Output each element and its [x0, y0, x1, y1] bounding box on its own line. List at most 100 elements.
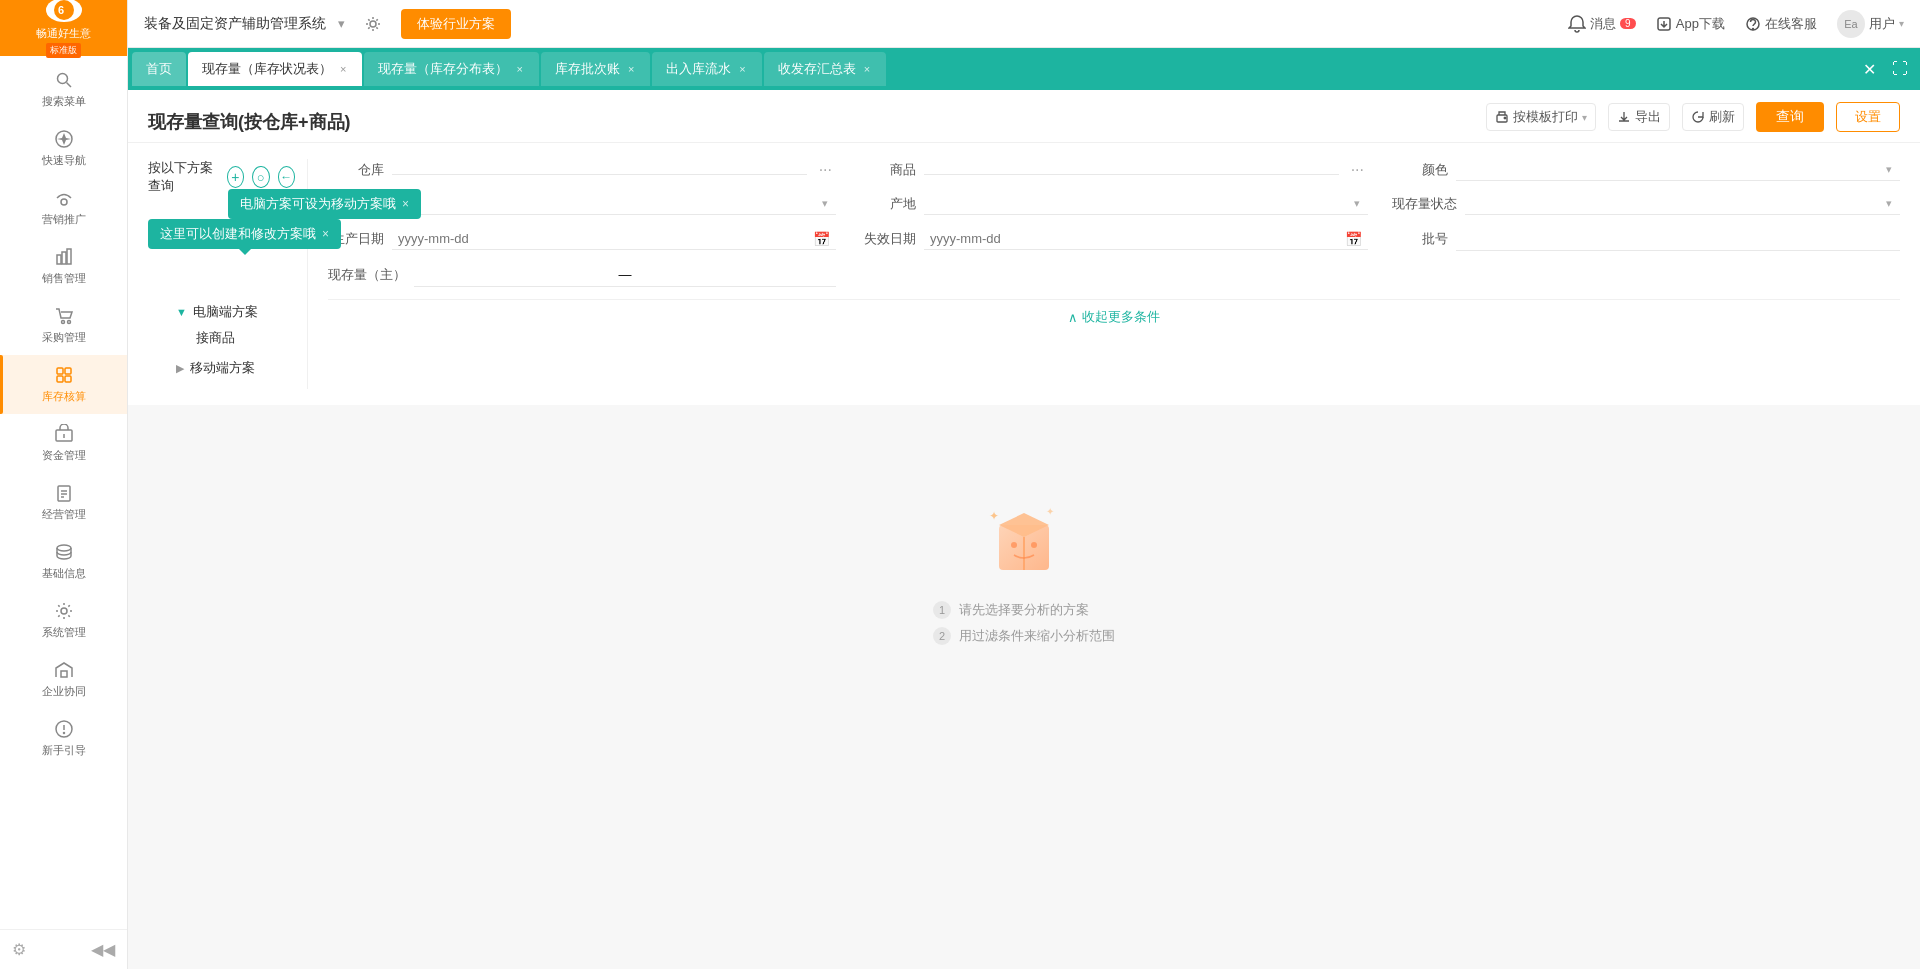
scheme-mobile-label: 移动端方案	[190, 359, 255, 377]
tab-stock-batch-close[interactable]: ×	[626, 61, 636, 77]
scheme-tree: ▼ 电脑端方案 接商品 ▶ 移动端方案	[148, 295, 295, 389]
online-support-label: 在线客服	[1765, 15, 1817, 33]
goods-dots[interactable]: ···	[1347, 161, 1368, 179]
expiry-date-input[interactable]: 📅	[924, 229, 1368, 250]
svg-rect-8	[62, 252, 66, 264]
tip-text-2: 用过滤条件来缩小分析范围	[959, 627, 1115, 645]
btn-export[interactable]: 导出	[1608, 103, 1670, 131]
sidebar-label-system: 系统管理	[42, 625, 86, 640]
sidebar-item-assets[interactable]: 资金管理	[0, 414, 127, 473]
tab-stock-inout-close[interactable]: ×	[737, 61, 747, 77]
tab-home[interactable]: 首页	[132, 52, 186, 86]
top-header: 装备及固定资产辅助管理系统 ▾ 体验行业方案 消息 9	[128, 0, 1920, 48]
svg-line-3	[66, 83, 71, 88]
sidebar-label-base: 基础信息	[42, 566, 86, 581]
sidebar-settings-icon[interactable]: ⚙	[12, 940, 26, 959]
sidebar-item-guide[interactable]: 新手引导	[0, 709, 127, 768]
origin-select[interactable]: ▾	[924, 193, 1368, 215]
filter-goods: 商品 ···	[860, 161, 1368, 179]
tab-stock-dist[interactable]: 现存量（库存分布表） ×	[364, 52, 538, 86]
app-download-btn[interactable]: App下载	[1656, 15, 1725, 33]
sidebar-label-assets: 资金管理	[42, 448, 86, 463]
scheme-pc-child[interactable]: 接商品	[188, 325, 295, 351]
btn-refresh[interactable]: 刷新	[1682, 103, 1744, 131]
tip-num-2: 2	[933, 627, 951, 645]
add-scheme-btn[interactable]: +	[227, 166, 245, 188]
filter-row-4: 现存量（主） —	[328, 263, 1900, 287]
warehouse-dots[interactable]: ···	[815, 161, 836, 179]
arrow-scheme-btn[interactable]: ←	[278, 166, 296, 188]
sidebar-item-sales[interactable]: 销售管理	[0, 237, 127, 296]
sidebar-item-system[interactable]: 系统管理	[0, 591, 127, 650]
svg-marker-5	[57, 133, 71, 145]
stock-status-select[interactable]: ▾	[1465, 193, 1900, 215]
filter-color: 颜色 ▾	[1392, 159, 1900, 181]
sidebar-item-operations[interactable]: 经营管理	[0, 473, 127, 532]
svg-rect-9	[67, 249, 71, 264]
tooltip2-close[interactable]: ×	[322, 227, 329, 241]
tab-stock-inout[interactable]: 出入库流水 ×	[652, 52, 761, 86]
goods-select[interactable]	[924, 166, 1339, 175]
sidebar-label-guide: 新手引导	[42, 743, 86, 758]
tab-stock-receive-close[interactable]: ×	[862, 61, 872, 77]
system-name: 装备及固定资产辅助管理系统	[144, 15, 326, 33]
sidebar-item-search[interactable]: 搜索菜单	[0, 60, 127, 119]
sidebar-item-marketing[interactable]: 营销推广	[0, 178, 127, 237]
sidebar-item-enterprise[interactable]: 企业协同	[0, 650, 127, 709]
sidebar-label-stock: 库存核算	[42, 389, 86, 404]
btn-query[interactable]: 查询	[1756, 102, 1824, 132]
tab-fullscreen-icon[interactable]: ⛶	[1888, 56, 1912, 82]
sidebar-item-quick-nav[interactable]: 快速导航	[0, 119, 127, 178]
tab-stock-batch-label: 库存批次账	[555, 60, 620, 78]
stock-main-min[interactable]	[422, 267, 611, 282]
scheme-mobile-item[interactable]: ▶ 移动端方案	[168, 355, 295, 381]
svg-point-22	[57, 545, 71, 551]
filter-stock-status: 现存量状态 ▾	[1392, 193, 1900, 215]
filter-origin: 产地 ▾	[860, 193, 1368, 215]
svg-point-27	[370, 21, 376, 27]
logo-icon: 6	[46, 0, 82, 22]
expiry-date-field[interactable]	[930, 231, 1341, 246]
color-select[interactable]: ▾	[1456, 159, 1900, 181]
tab-stock-status[interactable]: 现存量（库存状况表） ×	[188, 52, 362, 86]
sidebar-item-stock[interactable]: 库存核算	[0, 355, 127, 414]
color-label: 颜色	[1392, 161, 1448, 179]
tab-stock-inout-label: 出入库流水	[666, 60, 731, 78]
scheme-pc-label: 电脑端方案	[193, 303, 258, 321]
scheme-pc-item[interactable]: ▼ 电脑端方案	[168, 299, 295, 325]
sidebar-item-purchase[interactable]: 采购管理	[0, 296, 127, 355]
warehouse-select[interactable]	[392, 166, 807, 175]
btn-print[interactable]: 按模板打印 ▾	[1486, 103, 1596, 131]
tab-stock-receive[interactable]: 收发存汇总表 ×	[764, 52, 886, 86]
expiry-date-calendar-icon[interactable]: 📅	[1345, 231, 1362, 247]
sidebar-collapse-icon[interactable]: ◀◀	[91, 940, 115, 959]
stock-main-max[interactable]	[640, 267, 829, 282]
batch-input[interactable]	[1456, 227, 1900, 251]
online-support-btn[interactable]: 在线客服	[1745, 15, 1817, 33]
tab-close-all-icon[interactable]: ✕	[1859, 56, 1880, 83]
tooltip1-close[interactable]: ×	[402, 197, 409, 211]
more-filters-section: ∧ 收起更多条件	[328, 299, 1900, 330]
filter-fields: 仓库 ··· 商品 ···	[308, 159, 1900, 389]
sidebar-item-base[interactable]: 基础信息	[0, 532, 127, 591]
btn-industry[interactable]: 体验行业方案	[401, 9, 511, 39]
settings-icon-btn[interactable]	[357, 8, 389, 40]
edit-scheme-btn[interactable]: ○	[252, 166, 270, 188]
user-profile-btn[interactable]: Ea 用户 ▾	[1837, 10, 1904, 38]
tab-bar: 首页 现存量（库存状况表） × 现存量（库存分布表） × 库存批次账 × 出入库…	[128, 48, 1920, 90]
scheme-mobile-expand-icon: ▶	[176, 362, 184, 375]
notifications-btn[interactable]: 消息 9	[1568, 15, 1636, 33]
production-date-input[interactable]: 📅	[392, 229, 836, 250]
tab-stock-status-close[interactable]: ×	[338, 61, 348, 77]
expiry-date-label: 失效日期	[860, 230, 916, 248]
svg-rect-12	[57, 368, 63, 374]
production-date-field[interactable]	[398, 231, 809, 246]
active-indicator	[0, 355, 3, 414]
origin-chevron-icon: ▾	[1354, 197, 1360, 210]
tab-stock-batch[interactable]: 库存批次账 ×	[541, 52, 650, 86]
btn-reset[interactable]: 设置	[1836, 102, 1900, 132]
tab-stock-dist-close[interactable]: ×	[514, 61, 524, 77]
production-date-calendar-icon[interactable]: 📅	[813, 231, 830, 247]
more-filters-btn[interactable]: ∧ 收起更多条件	[1068, 308, 1160, 326]
size-select[interactable]: ▾	[392, 193, 836, 215]
